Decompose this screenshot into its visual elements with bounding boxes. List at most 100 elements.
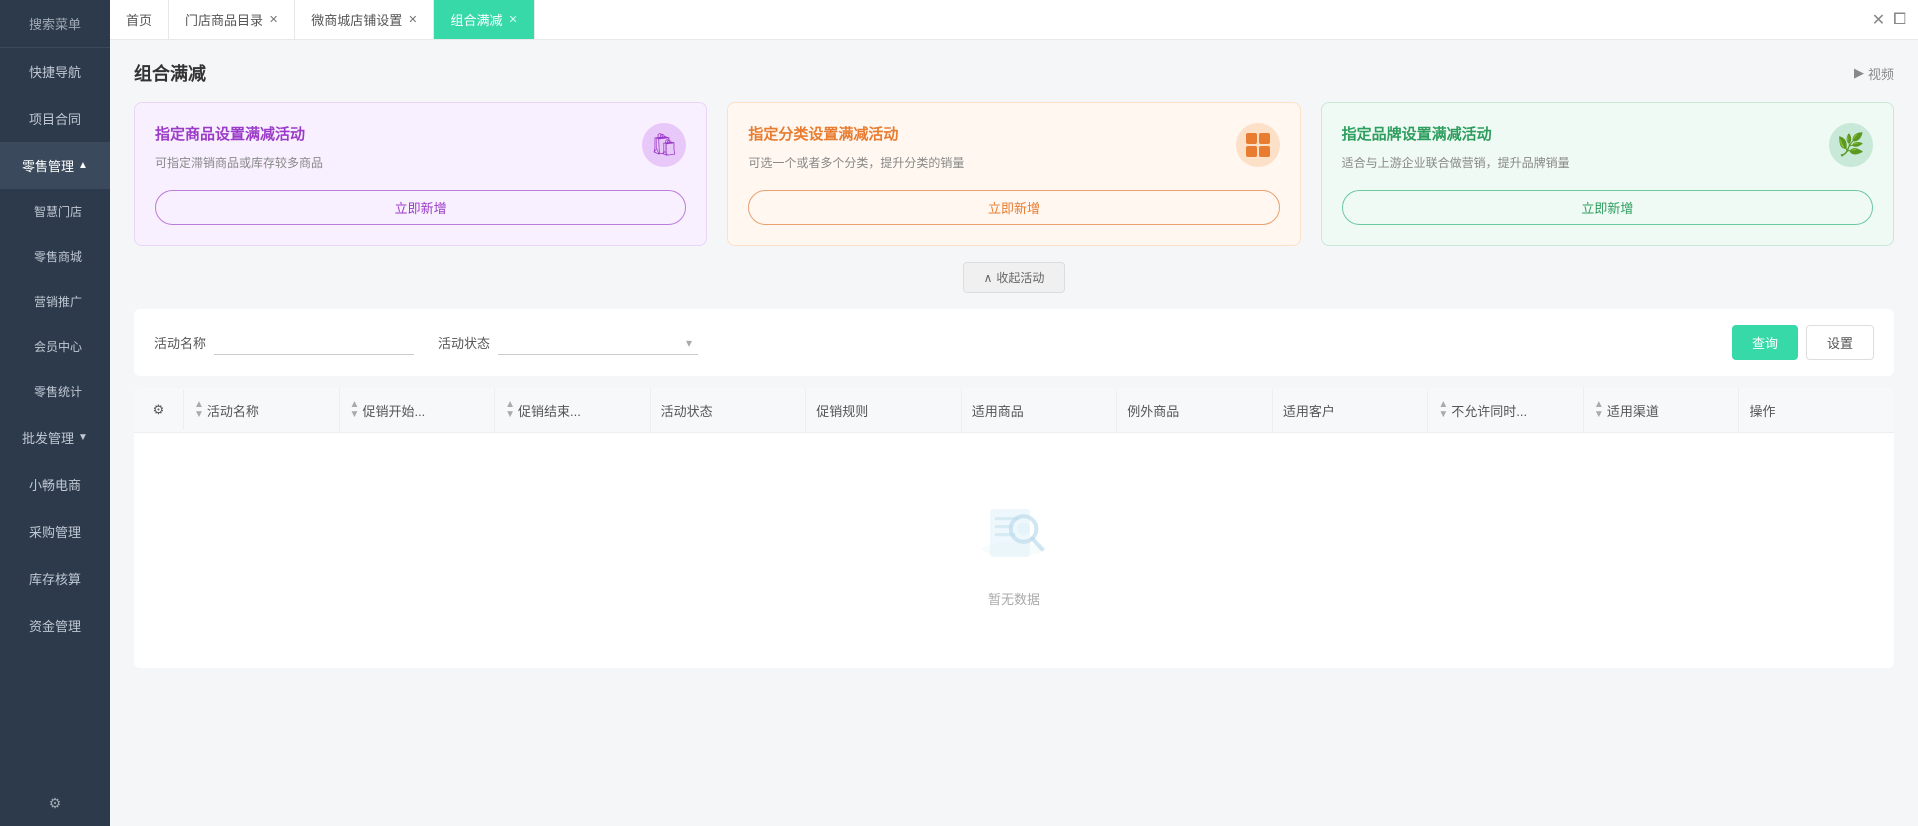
collapse-button[interactable]: ∧ 收起活动 bbox=[963, 262, 1066, 293]
leaf-icon: 🌿 bbox=[1829, 123, 1873, 167]
table-area: ⚙ ▲▼ 活动名称 ▲▼ 促销开始... ▲▼ 促销结束... 活动状态 bbox=[134, 388, 1894, 668]
filter-status-select[interactable] bbox=[498, 331, 698, 355]
sort-icon: ▲▼ bbox=[505, 400, 515, 420]
grid-icon bbox=[1244, 131, 1272, 159]
sidebar-item-label: 资金管理 bbox=[29, 616, 81, 635]
page-title: 组合满减 bbox=[134, 60, 206, 86]
th-promo-end: ▲▼ 促销结束... bbox=[495, 388, 651, 432]
tab-home[interactable]: 首页 bbox=[110, 0, 169, 39]
card-title: 指定品牌设置满减活动 bbox=[1342, 123, 1873, 144]
sort-icon: ▲▼ bbox=[1594, 400, 1604, 420]
sidebar-item-label: 会员中心 bbox=[34, 338, 82, 355]
chevron-up-icon: ▲ bbox=[78, 160, 88, 171]
th-operation: 操作 bbox=[1739, 389, 1894, 432]
sidebar-item-label: 快捷导航 bbox=[29, 62, 81, 81]
th-applicable-customer: 适用客户 bbox=[1273, 389, 1429, 432]
chevron-up-icon: ∧ bbox=[984, 271, 993, 285]
sidebar: 搜索菜单 快捷导航 项目合同 零售管理 ▲ 智慧门店 零售商城 营销推广 会员中… bbox=[0, 0, 110, 826]
th-exception-goods: 例外商品 bbox=[1117, 389, 1273, 432]
sidebar-item-quick-nav[interactable]: 快捷导航 bbox=[0, 48, 110, 95]
filter-status-label: 活动状态 bbox=[438, 333, 490, 352]
card-desc: 可选一个或者多个分类，提升分类的销量 bbox=[748, 154, 1279, 172]
close-icon[interactable]: ✕ bbox=[509, 13, 518, 26]
th-rules: 促销规则 bbox=[806, 389, 962, 432]
sidebar-item-label: 库存核算 bbox=[29, 569, 81, 588]
play-icon: ▶ bbox=[1854, 65, 1864, 81]
shopping-bag-icon: 🛍 bbox=[642, 123, 686, 167]
content-area: 组合满减 ▶ 视频 🛍 指定商品设置满减活动 可指定滞销商品或库存较多商品 立即… bbox=[110, 40, 1918, 826]
tab-bar: 首页 门店商品目录 ✕ 微商城店铺设置 ✕ 组合满减 ✕ ✕ ⧠ bbox=[110, 0, 1918, 40]
empty-illustration bbox=[964, 493, 1064, 573]
category-icon bbox=[1236, 123, 1280, 167]
th-name: ▲▼ 活动名称 bbox=[184, 388, 340, 432]
filter-area: 活动名称 活动状态 ▾ 查询 设置 bbox=[134, 309, 1894, 376]
maximize-window-button[interactable]: ⧠ bbox=[1893, 11, 1906, 29]
th-applicable-channel: ▲▼ 适用渠道 bbox=[1584, 388, 1740, 432]
sidebar-item-xchang-ecom[interactable]: 小畅电商 bbox=[0, 461, 110, 508]
filter-name-group: 活动名称 bbox=[154, 331, 414, 355]
sidebar-item-label: 零售商城 bbox=[34, 248, 82, 265]
sidebar-search[interactable]: 搜索菜单 bbox=[0, 0, 110, 48]
th-settings[interactable]: ⚙ bbox=[134, 390, 184, 430]
tab-wechat-store[interactable]: 微商城店铺设置 ✕ bbox=[295, 0, 434, 39]
add-brand-activity-button[interactable]: 立即新增 bbox=[1342, 190, 1873, 225]
page-header: 组合满减 ▶ 视频 bbox=[134, 60, 1894, 86]
sidebar-item-label: 零售统计 bbox=[34, 383, 82, 400]
add-category-activity-button[interactable]: 立即新增 bbox=[748, 190, 1279, 225]
video-link[interactable]: ▶ 视频 bbox=[1854, 64, 1894, 83]
sidebar-item-retail-stats[interactable]: 零售统计 bbox=[0, 369, 110, 414]
tab-actions: ✕ ⧠ bbox=[1860, 0, 1918, 39]
sidebar-item-label: 小畅电商 bbox=[29, 475, 81, 494]
chevron-down-icon: ▼ bbox=[78, 432, 88, 443]
close-icon[interactable]: ✕ bbox=[269, 13, 278, 26]
table-header: ⚙ ▲▼ 活动名称 ▲▼ 促销开始... ▲▼ 促销结束... 活动状态 bbox=[134, 388, 1894, 433]
gear-icon: ⚙ bbox=[153, 402, 165, 418]
sidebar-item-retail-mall[interactable]: 零售商城 bbox=[0, 234, 110, 279]
setting-button[interactable]: 设置 bbox=[1806, 325, 1874, 360]
sidebar-item-purchase-mgmt[interactable]: 采购管理 bbox=[0, 508, 110, 555]
sidebar-item-label: 项目合同 bbox=[29, 109, 81, 128]
sidebar-item-label: 智慧门店 bbox=[34, 203, 82, 220]
sort-icon: ▲▼ bbox=[1438, 400, 1448, 420]
sidebar-item-label: 批发管理 bbox=[22, 428, 74, 447]
filter-name-input[interactable] bbox=[214, 331, 414, 355]
tab-store-catalog[interactable]: 门店商品目录 ✕ bbox=[169, 0, 295, 39]
sidebar-item-label: 营销推广 bbox=[34, 293, 82, 310]
filter-status-select-wrap: ▾ bbox=[498, 331, 698, 355]
sidebar-item-wholesale-mgmt[interactable]: 批发管理 ▼ bbox=[0, 414, 110, 461]
sidebar-item-project-contract[interactable]: 项目合同 bbox=[0, 95, 110, 142]
query-button[interactable]: 查询 bbox=[1732, 325, 1798, 360]
sidebar-item-retail-mgmt[interactable]: 零售管理 ▲ bbox=[0, 142, 110, 189]
no-data-icon bbox=[964, 493, 1064, 573]
filter-name-label: 活动名称 bbox=[154, 333, 206, 352]
tab-label: 组合满减 bbox=[450, 10, 502, 29]
th-no-concurrent: ▲▼ 不允许同时... bbox=[1428, 388, 1584, 432]
sidebar-item-label: 零售管理 bbox=[22, 156, 74, 175]
sidebar-item-inventory[interactable]: 库存核算 bbox=[0, 555, 110, 602]
th-promo-start: ▲▼ 促销开始... bbox=[340, 388, 496, 432]
sidebar-item-label: 采购管理 bbox=[29, 522, 81, 541]
tab-combo-discount[interactable]: 组合满减 ✕ bbox=[434, 0, 534, 39]
card-title: 指定商品设置满减活动 bbox=[155, 123, 686, 144]
card-desc: 可指定滞销商品或库存较多商品 bbox=[155, 154, 686, 172]
sidebar-settings[interactable]: ⚙ bbox=[0, 781, 110, 826]
sidebar-item-smart-store[interactable]: 智慧门店 bbox=[0, 189, 110, 234]
sidebar-item-finance-mgmt[interactable]: 资金管理 bbox=[0, 602, 110, 649]
th-status: 活动状态 bbox=[651, 389, 807, 432]
add-product-activity-button[interactable]: 立即新增 bbox=[155, 190, 686, 225]
close-icon[interactable]: ✕ bbox=[408, 13, 417, 26]
filter-actions: 查询 设置 bbox=[1732, 325, 1874, 360]
empty-state: 暂无数据 bbox=[134, 433, 1894, 668]
main-area: 首页 门店商品目录 ✕ 微商城店铺设置 ✕ 组合满减 ✕ ✕ ⧠ 组合满减 ▶ … bbox=[110, 0, 1918, 826]
cards-row: 🛍 指定商品设置满减活动 可指定滞销商品或库存较多商品 立即新增 指定分类设置满… bbox=[134, 102, 1894, 246]
sidebar-item-member-center[interactable]: 会员中心 bbox=[0, 324, 110, 369]
product-activity-card: 🛍 指定商品设置满减活动 可指定滞销商品或库存较多商品 立即新增 bbox=[134, 102, 707, 246]
sidebar-item-marketing[interactable]: 营销推广 bbox=[0, 279, 110, 324]
tab-label: 微商城店铺设置 bbox=[311, 10, 402, 29]
close-window-button[interactable]: ✕ bbox=[1872, 10, 1885, 30]
filter-status-group: 活动状态 ▾ bbox=[438, 331, 698, 355]
collapse-section: ∧ 收起活动 bbox=[134, 262, 1894, 293]
gear-icon: ⚙ bbox=[49, 795, 62, 811]
tab-label: 首页 bbox=[126, 10, 152, 29]
sort-icon: ▲▼ bbox=[194, 400, 204, 420]
